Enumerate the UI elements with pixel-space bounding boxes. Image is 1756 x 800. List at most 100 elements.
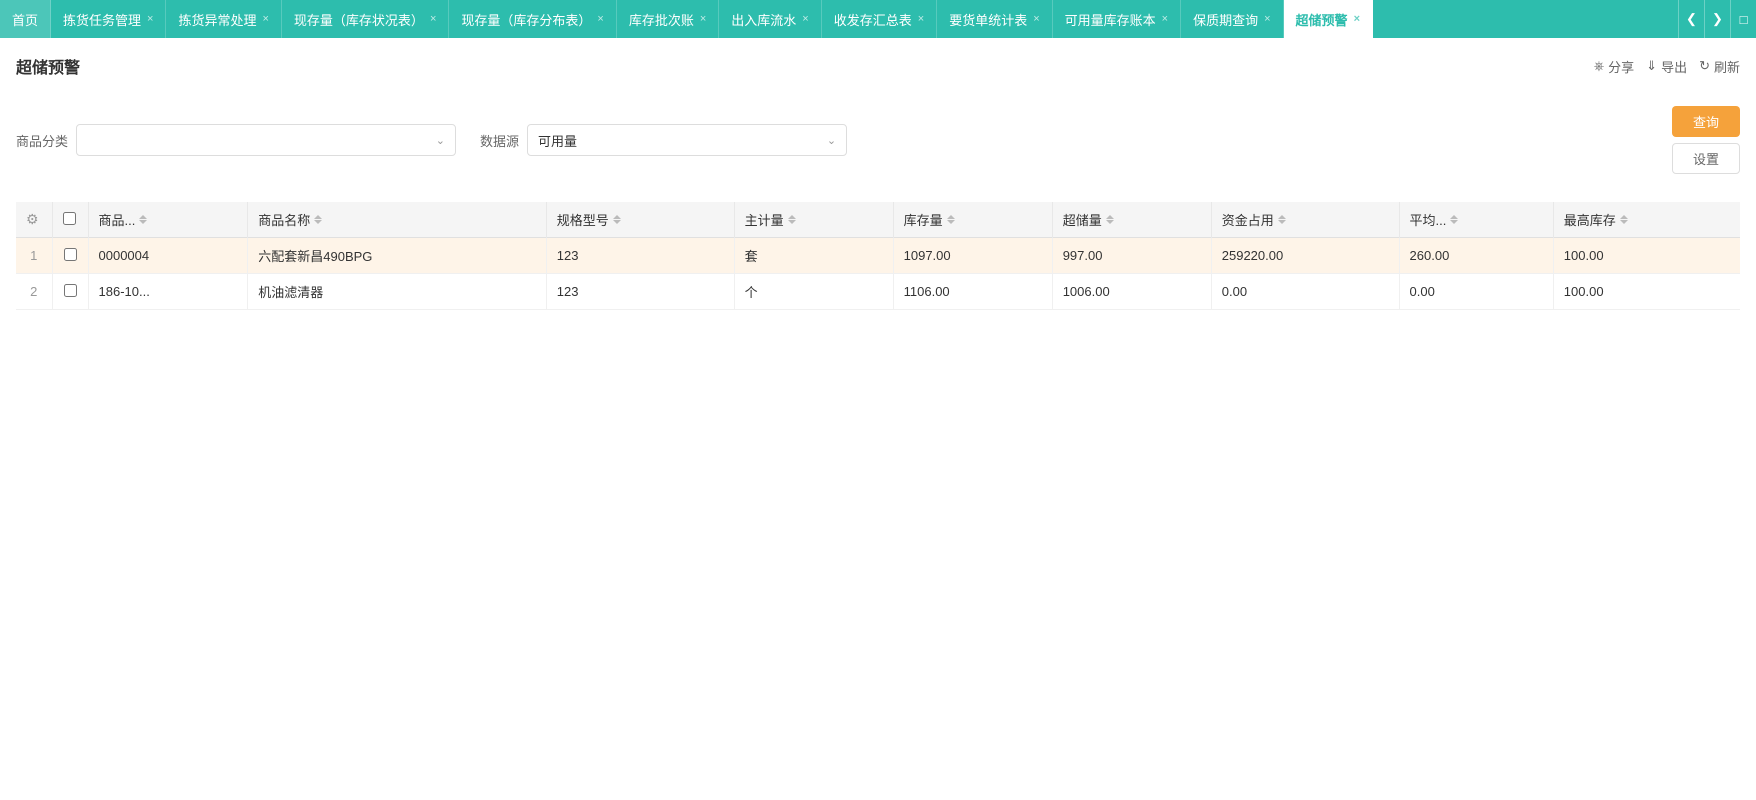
nav-item-home[interactable]: 首页 [0, 0, 51, 38]
nav-close-flow[interactable]: × [802, 13, 808, 25]
row2-max-stock: 100.00 [1553, 274, 1740, 310]
row2-capital: 0.00 [1211, 274, 1399, 310]
nav-close-stock-dist[interactable]: × [597, 13, 603, 25]
category-label: 商品分类 [16, 131, 68, 150]
th-capital[interactable]: 资金占用 [1211, 202, 1399, 238]
th-goods-name[interactable]: 商品名称 [248, 202, 547, 238]
row2-goods-name: 机油滤清器 [248, 274, 547, 310]
table-header-row: ⚙ 商品... 商品名称 [16, 202, 1740, 238]
nav-item-stock-status[interactable]: 现存量（库存状况表） × [282, 0, 449, 38]
nav-close-summary[interactable]: × [918, 13, 924, 25]
category-chevron-icon: ⌄ [436, 134, 445, 147]
row1-checkbox-cell [52, 238, 88, 274]
row2-unit: 个 [734, 274, 893, 310]
row1-goods-name: 六配套新昌490BPG [248, 238, 547, 274]
th-max-stock[interactable]: 最高库存 [1553, 202, 1740, 238]
share-icon: ⎈ [1594, 58, 1604, 74]
nav-item-pick-task[interactable]: 拣货任务管理 × [51, 0, 166, 38]
row2-stock: 1106.00 [893, 274, 1052, 310]
refresh-button[interactable]: ↻ 刷新 [1699, 57, 1740, 76]
nav-close-order-stat[interactable]: × [1033, 13, 1039, 25]
nav-item-available-stock[interactable]: 可用量库存账本 × [1053, 0, 1181, 38]
row2-goods-code: 186-10... [88, 274, 248, 310]
nav-close-overstock[interactable]: × [1354, 13, 1360, 25]
nav-next-arrow[interactable]: ❯ [1704, 0, 1730, 38]
nav-close-stock-status[interactable]: × [430, 13, 436, 25]
nav-close-batch[interactable]: × [700, 13, 706, 25]
row2-spec: 123 [546, 274, 734, 310]
th-setting: ⚙ [16, 202, 52, 238]
th-unit[interactable]: 主计量 [734, 202, 893, 238]
nav-close-pick-exception[interactable]: × [262, 13, 268, 25]
nav-item-flow[interactable]: 出入库流水 × [719, 0, 821, 38]
export-button[interactable]: ⇓ 导出 [1646, 57, 1687, 76]
header-actions: ⎈ 分享 ⇓ 导出 ↻ 刷新 [1594, 57, 1740, 76]
sort-icon-avg [1450, 215, 1458, 224]
sort-icon-spec [613, 215, 621, 224]
row2-checkbox-cell [52, 274, 88, 310]
row1-unit: 套 [734, 238, 893, 274]
top-navigation: 首页 拣货任务管理 × 拣货异常处理 × 现存量（库存状况表） × 现存量（库存… [0, 0, 1756, 38]
select-all-checkbox[interactable] [63, 212, 76, 225]
th-spec[interactable]: 规格型号 [546, 202, 734, 238]
datasource-chevron-icon: ⌄ [827, 134, 836, 147]
sort-icon-stock [947, 215, 955, 224]
nav-item-batch[interactable]: 库存批次账 × [617, 0, 719, 38]
sort-icon-max-stock [1620, 215, 1628, 224]
category-select[interactable]: ⌄ [76, 124, 456, 156]
row1-checkbox[interactable] [64, 248, 77, 261]
nav-item-stock-dist[interactable]: 现存量（库存分布表） × [449, 0, 616, 38]
row2-overstock: 1006.00 [1052, 274, 1211, 310]
share-button[interactable]: ⎈ 分享 [1594, 57, 1634, 76]
filter-buttons: 查询 设置 [1672, 106, 1740, 174]
datasource-filter: 数据源 可用量 ⌄ [480, 124, 847, 156]
sort-icon-goods-name [314, 215, 322, 224]
nav-expand-arrow[interactable]: □ [1730, 0, 1756, 38]
refresh-icon: ↻ [1699, 58, 1710, 74]
nav-item-pick-exception[interactable]: 拣货异常处理 × [166, 0, 281, 38]
th-overstock[interactable]: 超储量 [1052, 202, 1211, 238]
nav-close-pick-task[interactable]: × [147, 13, 153, 25]
nav-arrows: ❮ ❯ □ [1678, 0, 1756, 38]
datasource-label: 数据源 [480, 131, 519, 150]
row1-overstock: 997.00 [1052, 238, 1211, 274]
sort-icon-overstock [1106, 215, 1114, 224]
row1-goods-code: 0000004 [88, 238, 248, 274]
page-content: 超储预警 ⎈ 分享 ⇓ 导出 ↻ 刷新 商品分类 ⌄ 数据源 [0, 38, 1756, 800]
datasource-select-value: 可用量 [538, 131, 577, 150]
nav-close-available-stock[interactable]: × [1162, 13, 1168, 25]
export-icon: ⇓ [1646, 58, 1657, 74]
nav-item-overstock[interactable]: 超储预警 × [1284, 0, 1373, 38]
row1-stock: 1097.00 [893, 238, 1052, 274]
nav-item-summary[interactable]: 收发存汇总表 × [822, 0, 937, 38]
page-title: 超储预警 [16, 54, 80, 78]
row1-spec: 123 [546, 238, 734, 274]
row1-avg: 260.00 [1399, 238, 1553, 274]
row1-capital: 259220.00 [1211, 238, 1399, 274]
th-goods-code[interactable]: 商品... [88, 202, 248, 238]
datasource-select[interactable]: 可用量 ⌄ [527, 124, 847, 156]
sort-icon-goods-code [139, 215, 147, 224]
th-stock[interactable]: 库存量 [893, 202, 1052, 238]
filter-area: 商品分类 ⌄ 数据源 可用量 ⌄ 查询 设置 [16, 94, 1740, 186]
query-button[interactable]: 查询 [1672, 106, 1740, 137]
table-row: 2 186-10... 机油滤清器 123 个 1106.00 1006.00 … [16, 274, 1740, 310]
table-row: 1 0000004 六配套新昌490BPG 123 套 1097.00 997.… [16, 238, 1740, 274]
gear-icon[interactable]: ⚙ [26, 211, 39, 227]
data-table: ⚙ 商品... 商品名称 [16, 202, 1740, 310]
row2-checkbox[interactable] [64, 284, 77, 297]
row2-avg: 0.00 [1399, 274, 1553, 310]
nav-close-shelf-life[interactable]: × [1264, 13, 1270, 25]
row2-setting: 2 [16, 274, 52, 310]
nav-prev-arrow[interactable]: ❮ [1678, 0, 1704, 38]
row1-setting: 1 [16, 238, 52, 274]
sort-icon-capital [1278, 215, 1286, 224]
setting-button[interactable]: 设置 [1672, 143, 1740, 174]
nav-item-order-stat[interactable]: 要货单统计表 × [937, 0, 1052, 38]
row1-max-stock: 100.00 [1553, 238, 1740, 274]
page-header: 超储预警 ⎈ 分享 ⇓ 导出 ↻ 刷新 [16, 54, 1740, 78]
th-avg[interactable]: 平均... [1399, 202, 1553, 238]
sort-icon-unit [788, 215, 796, 224]
nav-item-shelf-life[interactable]: 保质期查询 × [1181, 0, 1283, 38]
th-checkbox [52, 202, 88, 238]
